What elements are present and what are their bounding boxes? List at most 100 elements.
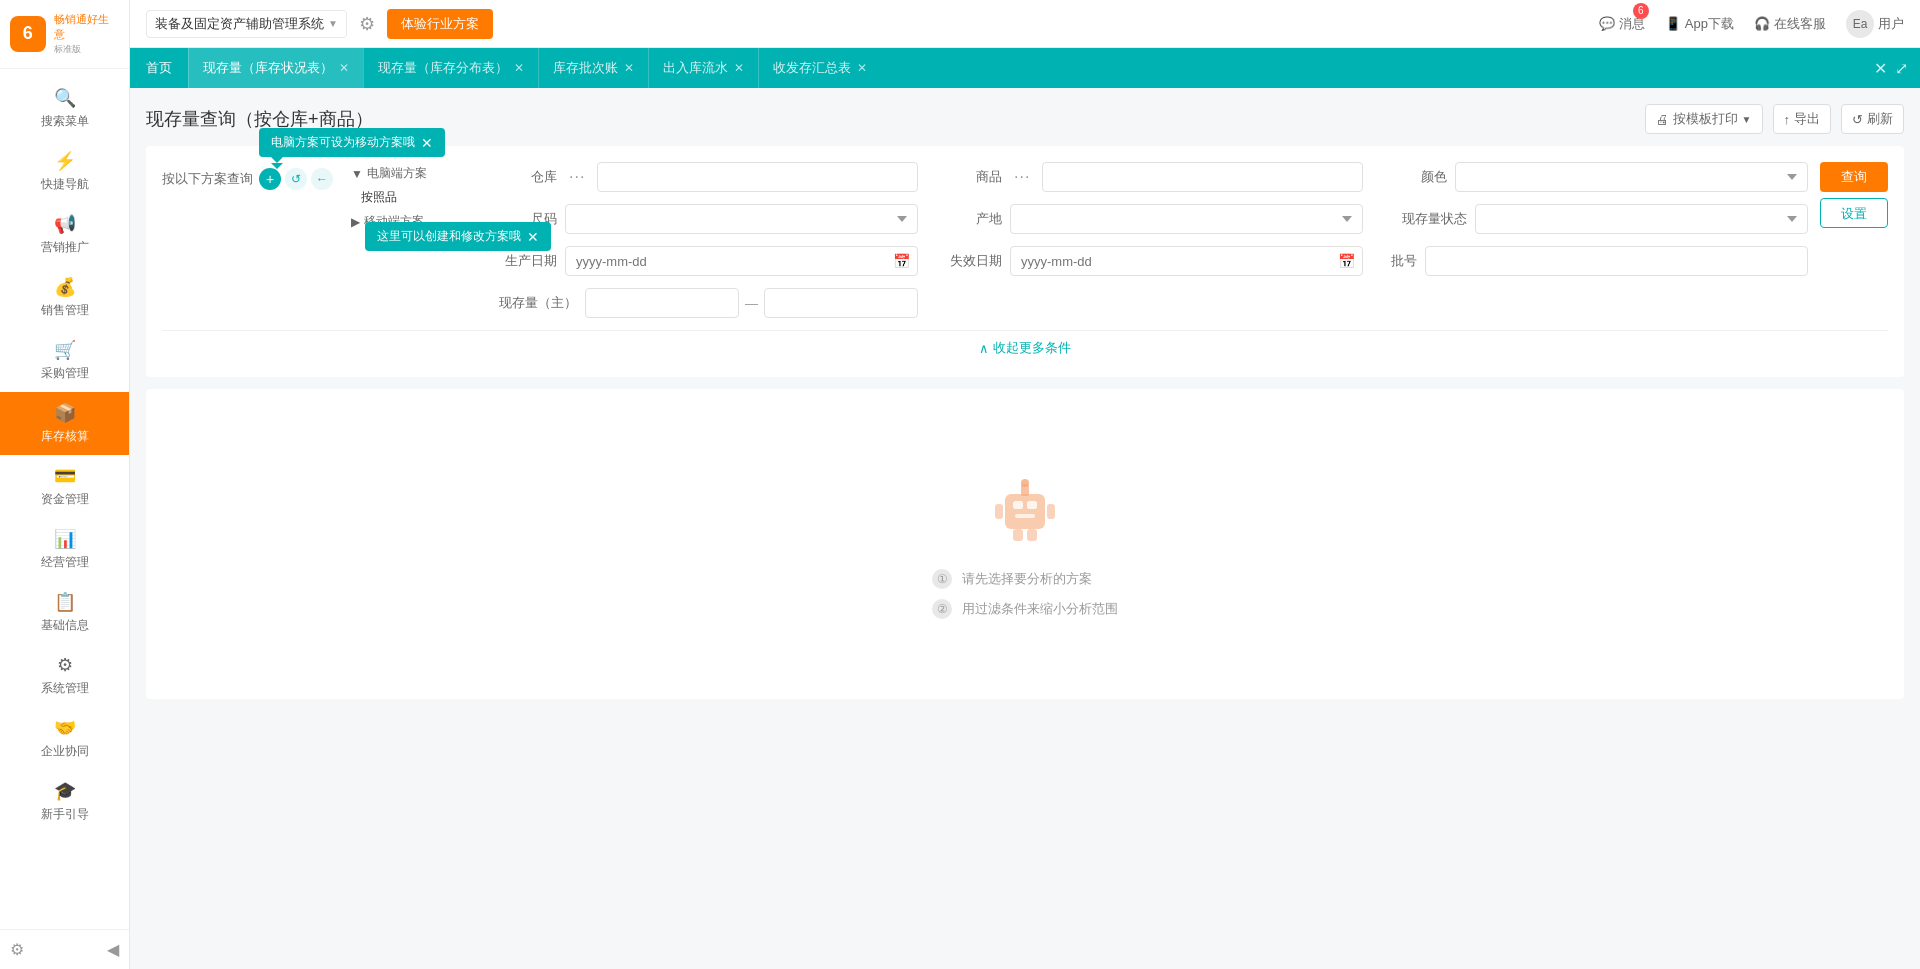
user-avatar: Ea bbox=[1846, 10, 1874, 38]
sidebar-label-sales: 销售管理 bbox=[41, 302, 89, 319]
collapse-bar[interactable]: ∧ 收起更多条件 bbox=[162, 330, 1888, 361]
settings-gear-icon[interactable]: ⚙ bbox=[359, 13, 375, 35]
sidebar-item-quicknav[interactable]: ⚡ 快捷导航 bbox=[0, 140, 129, 203]
expiry-date-label: 失效日期 bbox=[942, 252, 1002, 270]
user-action[interactable]: Ea 用户 bbox=[1846, 10, 1904, 38]
tab-bar-actions: ✕ ⤢ bbox=[1862, 59, 1920, 78]
warehouse-more-icon[interactable]: ··· bbox=[565, 168, 589, 186]
sidebar-item-purchase[interactable]: 🛒 采购管理 bbox=[0, 329, 129, 392]
size-select[interactable] bbox=[565, 204, 918, 234]
headset-icon: 🎧 bbox=[1754, 16, 1770, 31]
industry-button[interactable]: 体验行业方案 bbox=[387, 9, 493, 39]
empty-step-2: ② 用过滤条件来缩小分析范围 bbox=[932, 599, 1118, 619]
app-download-action[interactable]: 📱 App下载 bbox=[1665, 15, 1734, 33]
sidebar-item-sales[interactable]: 💰 销售管理 bbox=[0, 266, 129, 329]
sidebar-item-enterprise[interactable]: 🤝 企业协同 bbox=[0, 707, 129, 770]
tab-inventory-status-label: 现存量（库存状况表） bbox=[203, 59, 333, 77]
export-button[interactable]: ↑ 导出 bbox=[1773, 104, 1832, 134]
svg-rect-8 bbox=[1013, 529, 1023, 541]
filter-action-buttons: 查询 设置 bbox=[1820, 162, 1888, 228]
refresh-scheme-button[interactable]: ↺ bbox=[285, 168, 307, 190]
sidebar-item-basic[interactable]: 📋 基础信息 bbox=[0, 581, 129, 644]
calendar-prod-icon[interactable]: 📅 bbox=[893, 253, 910, 269]
range-separator: — bbox=[745, 296, 758, 311]
newbie-icon: 🎓 bbox=[54, 780, 76, 802]
sidebar-item-inventory[interactable]: 📦 库存核算 bbox=[0, 392, 129, 455]
expiry-date-input[interactable] bbox=[1010, 246, 1363, 276]
warehouse-input[interactable] bbox=[597, 162, 918, 192]
sidebar-label-basic: 基础信息 bbox=[41, 617, 89, 634]
svg-point-5 bbox=[1021, 479, 1029, 487]
add-scheme-button[interactable]: + bbox=[259, 168, 281, 190]
system-name-text: 装备及固定资产辅助管理系统 bbox=[155, 15, 324, 33]
step-num-1: ① bbox=[932, 569, 952, 589]
stock-main-from-input[interactable] bbox=[585, 288, 739, 318]
add-tooltip: 电脑方案可设为移动方案哦 ✕ bbox=[259, 128, 445, 157]
system-selector[interactable]: 装备及固定资产辅助管理系统 ▼ bbox=[146, 10, 347, 38]
message-action[interactable]: 💬 消息 6 bbox=[1599, 15, 1645, 33]
sidebar-label-newbie: 新手引导 bbox=[41, 806, 89, 823]
content-area: 现存量查询（按仓库+商品） 🖨 按模板打印 ▼ ↑ 导出 ↺ 刷新 bbox=[130, 88, 1920, 969]
filter-item-batch-no: 批号 bbox=[1387, 246, 1808, 276]
filter-row-1: 按以下方案查询 + ↺ ← 电脑方案可设为移动方案哦 ✕ bbox=[162, 162, 1888, 318]
color-label: 颜色 bbox=[1387, 168, 1447, 186]
tab-inout-flow[interactable]: 出入库流水 ✕ bbox=[648, 48, 758, 88]
tooltip-edit-close[interactable]: ✕ bbox=[527, 229, 539, 245]
tab-close-inventory-status[interactable]: ✕ bbox=[339, 61, 349, 75]
filter-item-size: 尺码 bbox=[497, 204, 918, 234]
tab-close-receive-send[interactable]: ✕ bbox=[857, 61, 867, 75]
scheme-list: ▼ 电脑端方案 按照品 ▶ 移动端方案 这里可以创建 bbox=[345, 162, 485, 233]
sidebar-item-finance[interactable]: 💳 资金管理 bbox=[0, 455, 129, 518]
sidebar-label-purchase: 采购管理 bbox=[41, 365, 89, 382]
filter-item-origin: 产地 bbox=[942, 204, 1363, 234]
filter-settings-button[interactable]: 设置 bbox=[1820, 198, 1888, 228]
goods-more-icon[interactable]: ··· bbox=[1010, 168, 1034, 186]
online-support-action[interactable]: 🎧 在线客服 bbox=[1754, 15, 1826, 33]
tab-inventory-dist[interactable]: 现存量（库存分布表） ✕ bbox=[363, 48, 538, 88]
collapse-sidebar-icon[interactable]: ◀ bbox=[107, 940, 119, 959]
prod-date-input[interactable] bbox=[565, 246, 918, 276]
sidebar-item-newbie[interactable]: 🎓 新手引导 bbox=[0, 770, 129, 833]
tab-close-all-icon[interactable]: ✕ bbox=[1874, 59, 1887, 78]
batch-no-input[interactable] bbox=[1425, 246, 1808, 276]
goods-input[interactable] bbox=[1042, 162, 1363, 192]
tab-batch-account-label: 库存批次账 bbox=[553, 59, 618, 77]
settings-footer-icon[interactable]: ⚙ bbox=[10, 940, 24, 959]
origin-select[interactable] bbox=[1010, 204, 1363, 234]
tab-close-batch-account[interactable]: ✕ bbox=[624, 61, 634, 75]
sidebar-item-marketing[interactable]: 📢 营销推广 bbox=[0, 203, 129, 266]
filter-label: 按以下方案查询 + ↺ ← 电脑方案可设为移动方案哦 ✕ bbox=[162, 162, 333, 190]
header-left: 装备及固定资产辅助管理系统 ▼ ⚙ 体验行业方案 bbox=[146, 9, 493, 39]
message-icon: 💬 bbox=[1599, 16, 1615, 31]
svg-rect-6 bbox=[995, 504, 1003, 519]
filter-item-stock-status: 现存量状态 bbox=[1387, 204, 1808, 234]
calendar-expiry-icon[interactable]: 📅 bbox=[1338, 253, 1355, 269]
sidebar-item-operations[interactable]: 📊 经营管理 bbox=[0, 518, 129, 581]
tab-close-inout-flow[interactable]: ✕ bbox=[734, 61, 744, 75]
stock-status-select[interactable] bbox=[1475, 204, 1808, 234]
sidebar: 6 畅销通好生意 标准版 🔍 搜索菜单 ⚡ 快捷导航 📢 营销推广 bbox=[0, 0, 130, 969]
tab-inventory-status[interactable]: 现存量（库存状况表） ✕ bbox=[188, 48, 363, 88]
tab-home[interactable]: 首页 bbox=[130, 48, 188, 88]
step-2-text: 用过滤条件来缩小分析范围 bbox=[962, 600, 1118, 618]
desktop-scheme-toggle[interactable]: ▼ 电脑端方案 bbox=[345, 162, 485, 185]
tab-expand-icon[interactable]: ⤢ bbox=[1895, 59, 1908, 78]
filter-item-stock-main: 现存量（主） — bbox=[497, 288, 918, 318]
query-button[interactable]: 查询 bbox=[1820, 162, 1888, 192]
color-select[interactable] bbox=[1455, 162, 1808, 192]
tab-batch-account[interactable]: 库存批次账 ✕ bbox=[538, 48, 648, 88]
refresh-button[interactable]: ↺ 刷新 bbox=[1841, 104, 1904, 134]
support-label: 在线客服 bbox=[1774, 15, 1826, 33]
tooltip-add-close[interactable]: ✕ bbox=[421, 135, 433, 151]
template-print-button[interactable]: 🖨 按模板打印 ▼ bbox=[1645, 104, 1763, 134]
sidebar-item-search[interactable]: 🔍 搜索菜单 bbox=[0, 77, 129, 140]
back-scheme-button[interactable]: ← bbox=[311, 168, 333, 190]
tab-close-inventory-dist[interactable]: ✕ bbox=[514, 61, 524, 75]
search-icon: 🔍 bbox=[54, 87, 76, 109]
warehouse-label: 仓库 bbox=[497, 168, 557, 186]
stock-main-to-input[interactable] bbox=[764, 288, 918, 318]
logo-badge: 标准版 bbox=[54, 43, 119, 56]
sidebar-item-system[interactable]: ⚙ 系统管理 bbox=[0, 644, 129, 707]
desktop-scheme-item[interactable]: 按照品 bbox=[345, 189, 485, 206]
tab-receive-send[interactable]: 收发存汇总表 ✕ bbox=[758, 48, 881, 88]
